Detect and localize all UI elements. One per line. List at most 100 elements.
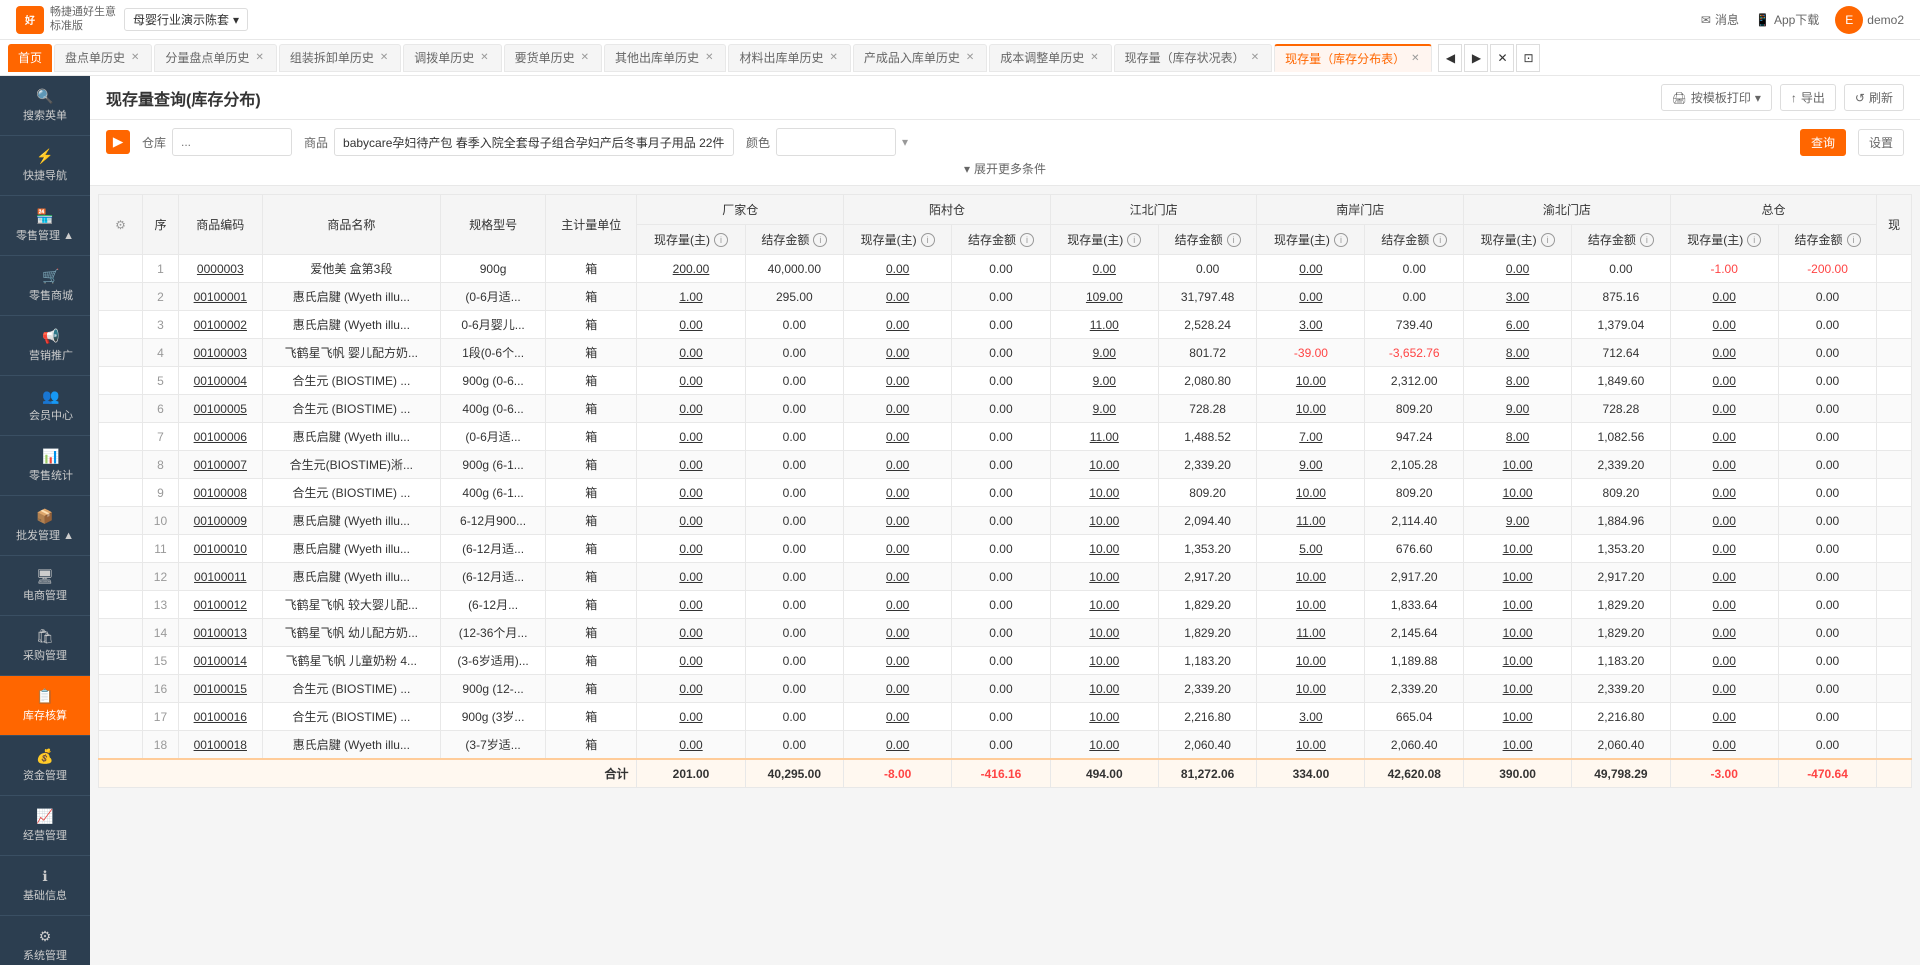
row-mc-stock[interactable]: 0.00: [844, 619, 952, 647]
user-menu[interactable]: E demo2: [1835, 6, 1904, 34]
row-factory-stock[interactable]: 0.00: [637, 619, 745, 647]
row-settings[interactable]: [99, 395, 143, 423]
row-mc-stock[interactable]: 0.00: [844, 647, 952, 675]
row-settings[interactable]: [99, 479, 143, 507]
sidebar-item-3[interactable]: 🛒 零售商城: [0, 256, 90, 316]
row-na-stock[interactable]: 0.00: [1257, 283, 1365, 311]
row-jb-stock[interactable]: 11.00: [1050, 311, 1158, 339]
row-settings[interactable]: [99, 591, 143, 619]
tab-close-icon[interactable]: ✕: [827, 52, 839, 63]
row-yb-stock[interactable]: 8.00: [1464, 367, 1572, 395]
row-na-stock[interactable]: 11.00: [1257, 507, 1365, 535]
row-factory-stock[interactable]: 0.00: [637, 731, 745, 760]
row-mc-stock[interactable]: 0.00: [844, 255, 952, 283]
row-jb-stock[interactable]: 0.00: [1050, 255, 1158, 283]
row-yb-stock[interactable]: 10.00: [1464, 619, 1572, 647]
tab-close-icon[interactable]: ✕: [253, 52, 265, 63]
row-code[interactable]: 00100004: [178, 367, 262, 395]
row-settings[interactable]: [99, 283, 143, 311]
row-code[interactable]: 00100006: [178, 423, 262, 451]
row-yb-stock[interactable]: 8.00: [1464, 423, 1572, 451]
tab-refresh-btn[interactable]: ✕: [1490, 44, 1514, 72]
row-jb-stock[interactable]: 10.00: [1050, 479, 1158, 507]
row-code[interactable]: 00100003: [178, 339, 262, 367]
tab-5[interactable]: 要货单历史✕: [504, 44, 602, 72]
tab-0[interactable]: 首页: [8, 44, 52, 72]
row-factory-stock[interactable]: 0.00: [637, 647, 745, 675]
row-na-stock[interactable]: 10.00: [1257, 591, 1365, 619]
row-code[interactable]: 00100012: [178, 591, 262, 619]
row-na-stock[interactable]: 10.00: [1257, 563, 1365, 591]
row-code[interactable]: 00100018: [178, 731, 262, 760]
row-yb-stock[interactable]: 10.00: [1464, 451, 1572, 479]
row-code[interactable]: 00100007: [178, 451, 262, 479]
refresh-btn[interactable]: ↺ 刷新: [1844, 84, 1904, 111]
row-total-stock[interactable]: 0.00: [1670, 423, 1778, 451]
row-na-stock[interactable]: 9.00: [1257, 451, 1365, 479]
row-factory-stock[interactable]: 1.00: [637, 283, 745, 311]
row-code[interactable]: 00100002: [178, 311, 262, 339]
sidebar-item-1[interactable]: ⚡ 快捷导航: [0, 136, 90, 196]
tab-next-btn[interactable]: ▶: [1464, 44, 1488, 72]
row-na-stock[interactable]: 10.00: [1257, 647, 1365, 675]
row-total-stock[interactable]: 0.00: [1670, 647, 1778, 675]
row-na-stock[interactable]: 10.00: [1257, 479, 1365, 507]
tab-close-icon[interactable]: ✕: [478, 52, 490, 63]
row-total-stock[interactable]: 0.00: [1670, 479, 1778, 507]
sidebar-item-9[interactable]: 🛍 采购管理: [0, 616, 90, 676]
tab-7[interactable]: 材料出库单历史✕: [728, 44, 850, 72]
row-na-stock[interactable]: 11.00: [1257, 619, 1365, 647]
tab-6[interactable]: 其他出库单历史✕: [604, 44, 726, 72]
tab-11[interactable]: 现存量（库存分布表）✕: [1274, 44, 1432, 72]
row-code[interactable]: 00100013: [178, 619, 262, 647]
row-mc-stock[interactable]: 0.00: [844, 591, 952, 619]
row-total-stock[interactable]: 0.00: [1670, 563, 1778, 591]
sidebar-item-13[interactable]: ℹ 基础信息: [0, 856, 90, 916]
row-settings[interactable]: [99, 311, 143, 339]
row-factory-stock[interactable]: 0.00: [637, 451, 745, 479]
row-na-stock[interactable]: 10.00: [1257, 367, 1365, 395]
message-btn[interactable]: ✉ 消息: [1701, 11, 1739, 28]
row-code[interactable]: 00100001: [178, 283, 262, 311]
sidebar-item-14[interactable]: ⚙ 系统管理: [0, 916, 90, 965]
row-settings[interactable]: [99, 507, 143, 535]
row-na-stock[interactable]: 5.00: [1257, 535, 1365, 563]
th-settings[interactable]: ⚙: [99, 195, 143, 255]
row-na-stock[interactable]: 0.00: [1257, 255, 1365, 283]
row-factory-stock[interactable]: 0.00: [637, 339, 745, 367]
row-jb-stock[interactable]: 10.00: [1050, 647, 1158, 675]
row-settings[interactable]: [99, 563, 143, 591]
row-settings[interactable]: [99, 703, 143, 731]
row-factory-stock[interactable]: 0.00: [637, 591, 745, 619]
sidebar-item-7[interactable]: 📦 批发管理 ▲: [0, 496, 90, 556]
row-mc-stock[interactable]: 0.00: [844, 731, 952, 760]
row-jb-stock[interactable]: 10.00: [1050, 619, 1158, 647]
product-input[interactable]: [334, 128, 734, 156]
sidebar-item-11[interactable]: 💰 资金管理: [0, 736, 90, 796]
row-jb-stock[interactable]: 10.00: [1050, 535, 1158, 563]
row-mc-stock[interactable]: 0.00: [844, 339, 952, 367]
row-settings[interactable]: [99, 339, 143, 367]
row-settings[interactable]: [99, 451, 143, 479]
sidebar-item-8[interactable]: 🖥 电商管理: [0, 556, 90, 616]
query-btn[interactable]: 查询: [1800, 129, 1846, 156]
sidebar-item-10[interactable]: 📋 库存核算: [0, 676, 90, 736]
row-code[interactable]: 00100005: [178, 395, 262, 423]
row-yb-stock[interactable]: 10.00: [1464, 675, 1572, 703]
row-mc-stock[interactable]: 0.00: [844, 535, 952, 563]
row-factory-stock[interactable]: 0.00: [637, 563, 745, 591]
row-code[interactable]: 00100015: [178, 675, 262, 703]
tab-close-icon[interactable]: ✕: [378, 52, 390, 63]
tab-close-icon[interactable]: ✕: [1249, 52, 1261, 63]
row-code[interactable]: 00100014: [178, 647, 262, 675]
row-yb-stock[interactable]: 9.00: [1464, 395, 1572, 423]
row-yb-stock[interactable]: 10.00: [1464, 563, 1572, 591]
row-jb-stock[interactable]: 10.00: [1050, 451, 1158, 479]
sidebar-item-2[interactable]: 🏪 零售管理 ▲: [0, 196, 90, 256]
row-yb-stock[interactable]: 3.00: [1464, 283, 1572, 311]
row-settings[interactable]: [99, 675, 143, 703]
row-yb-stock[interactable]: 10.00: [1464, 731, 1572, 760]
row-na-stock[interactable]: 3.00: [1257, 703, 1365, 731]
row-mc-stock[interactable]: 0.00: [844, 311, 952, 339]
row-mc-stock[interactable]: 0.00: [844, 395, 952, 423]
